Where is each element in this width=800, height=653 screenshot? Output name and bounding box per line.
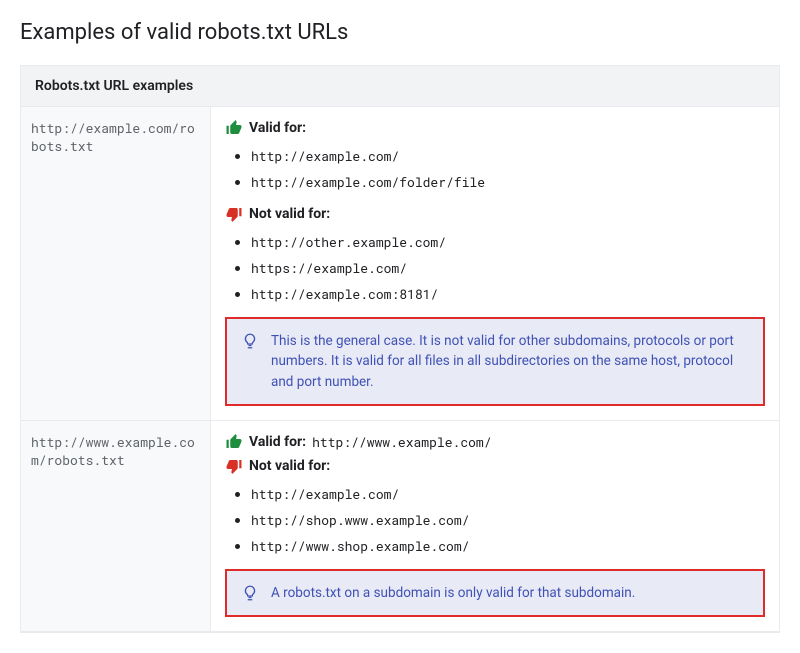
not-valid-for-line: Not valid for: [225,457,765,475]
not-valid-for-line: Not valid for: [225,205,765,223]
tip-callout: A robots.txt on a subdomain is only vali… [225,569,765,617]
not-valid-label: Not valid for: [249,206,330,222]
valid-label: Valid for: [249,434,306,450]
tip-callout: This is the general case. It is not vali… [225,317,765,406]
list-item: https://example.com/ [251,255,765,281]
valid-for-line: Valid for: [225,119,765,137]
details-cell: Valid for: http://example.com/ http://ex… [211,107,779,420]
list-item: http://shop.www.example.com/ [251,507,765,533]
valid-for-line: Valid for: http://www.example.com/ [225,433,765,451]
not-valid-label: Not valid for: [249,458,330,474]
table-row: http://www.example.com/robots.txt Valid … [21,421,779,632]
thumbs-down-icon [225,457,243,475]
not-valid-list: http://other.example.com/ https://exampl… [225,229,765,307]
not-valid-list: http://example.com/ http://shop.www.exam… [225,481,765,559]
valid-inline-url: http://www.example.com/ [312,433,491,451]
thumbs-up-icon [225,433,243,451]
lightbulb-icon [241,332,259,350]
list-item: http://example.com/ [251,481,765,507]
details-cell: Valid for: http://www.example.com/ Not v… [211,421,779,631]
table-row: http://example.com/robots.txt Valid for:… [21,107,779,421]
valid-label: Valid for: [249,120,306,136]
lightbulb-icon [241,584,259,602]
page-title: Examples of valid robots.txt URLs [20,20,780,45]
tip-text: This is the general case. It is not vali… [271,331,749,392]
url-cell: http://www.example.com/robots.txt [21,421,211,631]
examples-table: Robots.txt URL examples http://example.c… [20,65,780,633]
list-item: http://example.com/folder/file [251,169,765,195]
list-item: http://example.com/ [251,143,765,169]
valid-list: http://example.com/ http://example.com/f… [225,143,765,195]
thumbs-down-icon [225,205,243,223]
list-item: http://example.com:8181/ [251,281,765,307]
url-cell: http://example.com/robots.txt [21,107,211,420]
list-item: http://other.example.com/ [251,229,765,255]
tip-text: A robots.txt on a subdomain is only vali… [271,583,635,603]
list-item: http://www.shop.example.com/ [251,533,765,559]
table-header: Robots.txt URL examples [21,66,779,107]
thumbs-up-icon [225,119,243,137]
